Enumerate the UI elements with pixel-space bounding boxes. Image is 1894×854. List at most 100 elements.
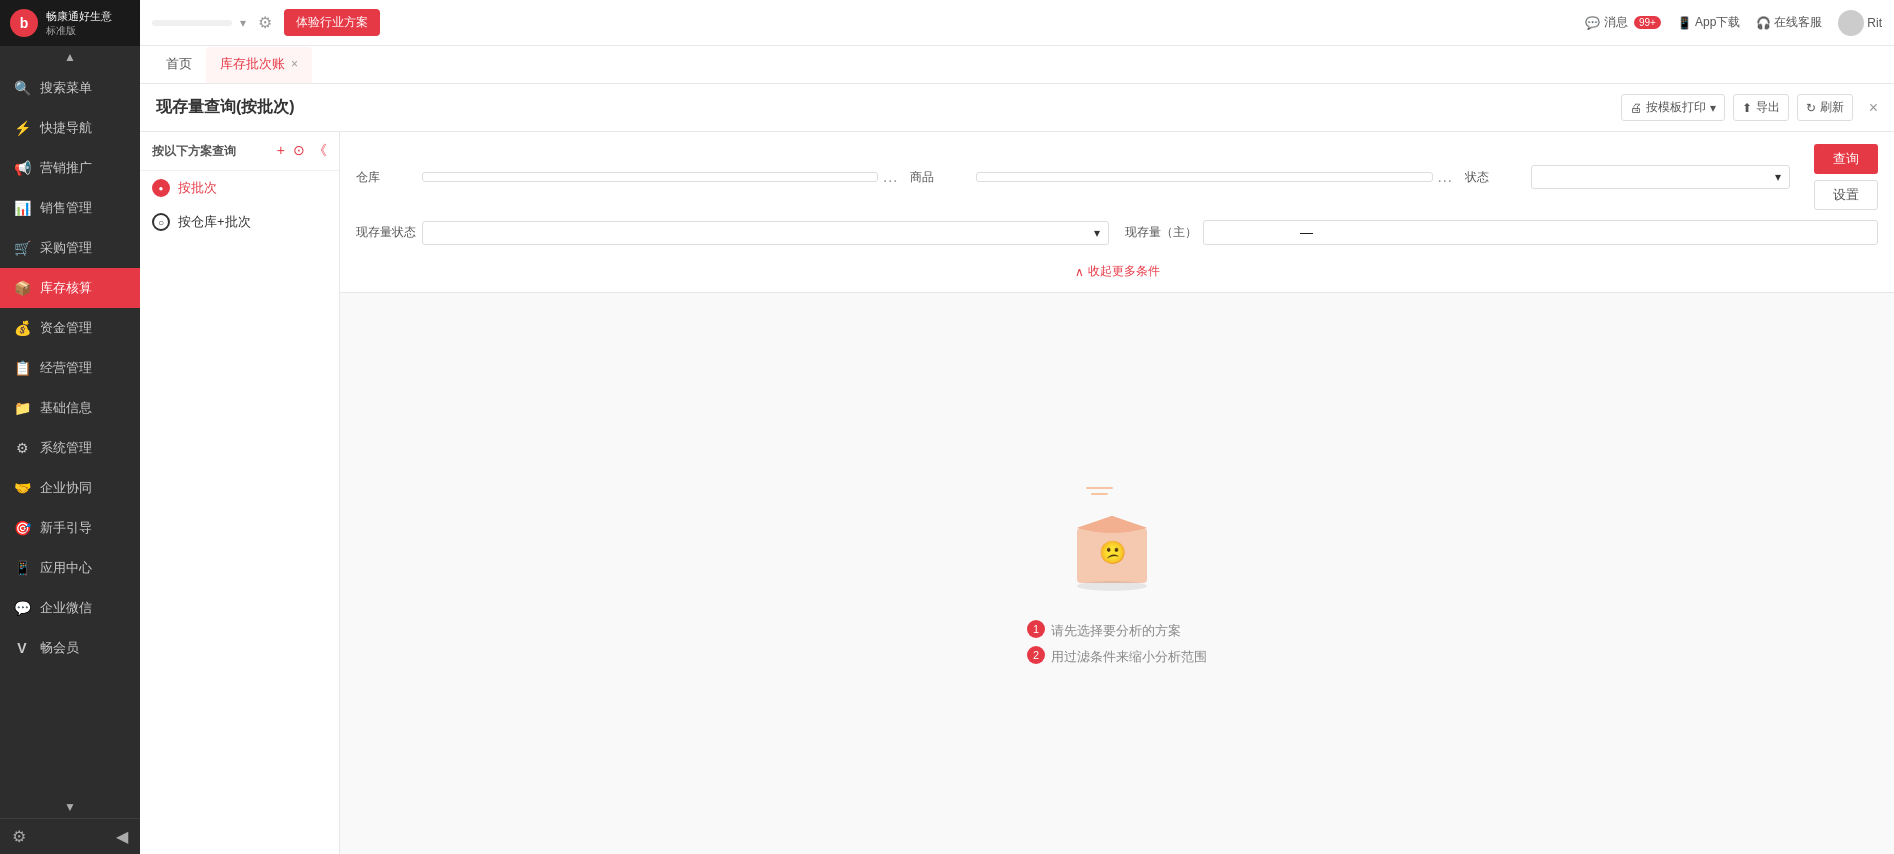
- header-actions: 🖨 按模板打印 ▾ ⬆ 导出 ↻ 刷新 ×: [1621, 94, 1878, 121]
- sidebar-item-sales[interactable]: 📊 销售管理: [0, 188, 140, 228]
- refresh-icon: ↻: [1806, 101, 1816, 115]
- query-button[interactable]: 查询: [1814, 144, 1878, 174]
- footer-collapse-icon[interactable]: ◀: [116, 827, 128, 846]
- stock-status-label: 现存量状态: [356, 224, 416, 241]
- sidebar-item-app-center[interactable]: 📱 应用中心: [0, 548, 140, 588]
- sidebar-footer: ⚙ ◀: [0, 818, 140, 854]
- breadcrumb-chevron-icon[interactable]: ▾: [240, 16, 246, 30]
- tip-row-2: 2 用过滤条件来缩小分析范围: [1027, 644, 1207, 670]
- status-label: 状态: [1465, 169, 1525, 186]
- stock-status-filter: 现存量状态 ▾: [356, 221, 1109, 245]
- sidebar-scroll-up[interactable]: ▲: [0, 46, 140, 68]
- scheme-label: 按仓库+批次: [178, 213, 251, 231]
- sidebar-scroll-down[interactable]: ▼: [0, 796, 140, 818]
- scheme-item-batch[interactable]: ● 按批次: [140, 171, 339, 205]
- online-service-button[interactable]: 🎧 在线客服: [1756, 14, 1822, 31]
- stock-qty-filter: 现存量（主） —: [1125, 220, 1878, 245]
- tab-inventory-batch[interactable]: 库存批次账 ×: [206, 47, 312, 83]
- content-tabs: 首页 库存批次账 ×: [140, 46, 1894, 84]
- sidebar-item-enterprise[interactable]: 🤝 企业协同: [0, 468, 140, 508]
- scheme-inactive-icon: ○: [152, 213, 170, 231]
- panel-header-actions: + ⊙ 《: [277, 142, 327, 160]
- stock-qty-max-input[interactable]: [1321, 226, 1401, 240]
- scheme-settings-icon[interactable]: ⊙: [293, 142, 305, 160]
- tab-close-icon[interactable]: ×: [291, 57, 298, 71]
- sidebar-item-marketing[interactable]: 📢 营销推广: [0, 148, 140, 188]
- sidebar-item-basic-info[interactable]: 📁 基础信息: [0, 388, 140, 428]
- product-input-box[interactable]: [976, 172, 1432, 182]
- purchase-icon: 🛒: [12, 238, 32, 258]
- tab-home[interactable]: 首页: [152, 47, 206, 83]
- stock-status-select[interactable]: ▾: [422, 221, 1109, 245]
- sidebar-item-label: 库存核算: [40, 279, 92, 297]
- product-filter: 商品 …: [910, 168, 1452, 186]
- right-panel: 仓库 … 商品 … 状态: [340, 132, 1894, 854]
- tip-text-1: 请先选择要分析的方案: [1051, 618, 1181, 644]
- warehouse-label: 仓库: [356, 169, 416, 186]
- scheme-active-icon: ●: [152, 179, 170, 197]
- app-center-icon: 📱: [12, 558, 32, 578]
- new-guide-icon: 🎯: [12, 518, 32, 538]
- sidebar-item-label: 企业微信: [40, 599, 92, 617]
- sidebar-item-finance[interactable]: 💰 资金管理: [0, 308, 140, 348]
- close-panel-button[interactable]: ×: [1869, 99, 1878, 117]
- app-download-button[interactable]: 📱 App下载: [1677, 14, 1740, 31]
- tip-num-2: 2: [1027, 646, 1045, 664]
- header-right: 💬 消息 99+ 📱 App下载 🎧 在线客服 Rit: [1585, 10, 1882, 36]
- empty-illustration: 😕: [1057, 478, 1177, 598]
- app-name-block: 畅康通好生意 标准版: [46, 9, 112, 36]
- footer-settings-icon[interactable]: ⚙: [12, 827, 26, 846]
- status-select[interactable]: ▾: [1531, 165, 1790, 189]
- sidebar-item-enterprise-wechat[interactable]: 💬 企业微信: [0, 588, 140, 628]
- sidebar-item-label: 经营管理: [40, 359, 92, 377]
- sidebar-item-member[interactable]: V 畅会员: [0, 628, 140, 668]
- add-scheme-icon[interactable]: +: [277, 142, 285, 160]
- header-settings-icon[interactable]: ⚙: [258, 13, 272, 32]
- phone-icon: 📱: [1677, 16, 1692, 30]
- sidebar-item-inventory[interactable]: 📦 库存核算: [0, 268, 140, 308]
- sidebar-nav: 🔍 搜索菜单 ⚡ 快捷导航 📢 营销推广 📊 销售管理 🛒 采购管理 📦 库存核…: [0, 68, 140, 796]
- sidebar-item-purchase[interactable]: 🛒 采购管理: [0, 228, 140, 268]
- panel-collapse-icon[interactable]: 《: [313, 142, 327, 160]
- basic-info-icon: 📁: [12, 398, 32, 418]
- message-button[interactable]: 💬 消息 99+: [1585, 14, 1661, 31]
- user-name-label: Rit: [1867, 16, 1882, 30]
- refresh-button[interactable]: ↻ 刷新: [1797, 94, 1853, 121]
- system-icon: ⚙: [12, 438, 32, 458]
- marketing-icon: 📢: [12, 158, 32, 178]
- sidebar-item-system[interactable]: ⚙ 系统管理: [0, 428, 140, 468]
- print-button[interactable]: 🖨 按模板打印 ▾: [1621, 94, 1725, 121]
- sidebar-item-operations[interactable]: 📋 经营管理: [0, 348, 140, 388]
- app-logo: b: [10, 9, 38, 37]
- svg-text:😕: 😕: [1099, 539, 1127, 566]
- print-chevron-icon: ▾: [1710, 101, 1716, 115]
- tip-text-2: 用过滤条件来缩小分析范围: [1051, 644, 1207, 670]
- member-icon: V: [12, 638, 32, 658]
- empty-svg: 😕: [1057, 478, 1177, 598]
- scheme-item-warehouse-batch[interactable]: ○ 按仓库+批次: [140, 205, 339, 239]
- headset-icon: 🎧: [1756, 16, 1771, 30]
- sidebar-item-label: 资金管理: [40, 319, 92, 337]
- inventory-icon: 📦: [12, 278, 32, 298]
- warehouse-input-box[interactable]: [422, 172, 878, 182]
- warehouse-more-icon[interactable]: …: [882, 168, 898, 186]
- content-body: 按以下方案查询 + ⊙ 《 ● 按批次 ○ 按仓库+批次: [140, 132, 1894, 854]
- collapse-more-button[interactable]: ∧ 收起更多条件: [356, 255, 1878, 280]
- filter-buttons: 查询 设置: [1814, 144, 1878, 210]
- sidebar-item-label: 快捷导航: [40, 119, 92, 137]
- stock-qty-min-input[interactable]: [1212, 226, 1292, 240]
- sidebar-item-search[interactable]: 🔍 搜索菜单: [0, 68, 140, 108]
- user-avatar-area[interactable]: Rit: [1838, 10, 1882, 36]
- product-more-icon[interactable]: …: [1437, 168, 1453, 186]
- trial-button[interactable]: 体验行业方案: [284, 9, 380, 36]
- tab-inventory-batch-label: 库存批次账: [220, 55, 285, 73]
- operations-icon: 📋: [12, 358, 32, 378]
- sidebar-item-quick-nav[interactable]: ⚡ 快捷导航: [0, 108, 140, 148]
- sidebar-header: b 畅康通好生意 标准版: [0, 0, 140, 46]
- message-label: 消息: [1604, 14, 1628, 31]
- sidebar-item-new-guide[interactable]: 🎯 新手引导: [0, 508, 140, 548]
- setup-button[interactable]: 设置: [1814, 180, 1878, 210]
- print-icon: 🖨: [1630, 101, 1642, 115]
- svg-point-4: [1077, 581, 1147, 591]
- export-button[interactable]: ⬆ 导出: [1733, 94, 1789, 121]
